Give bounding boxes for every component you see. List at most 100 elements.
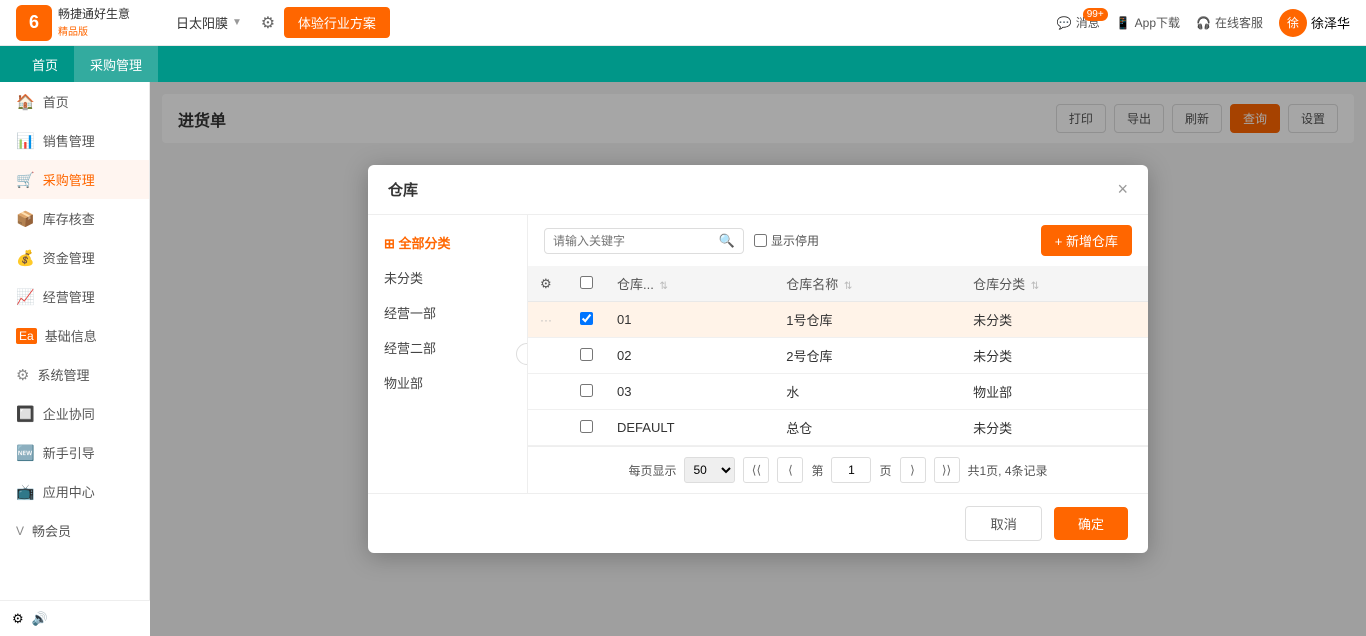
table-row[interactable]: ··· 01 1号仓库 未分类 bbox=[528, 302, 1148, 338]
row-checkbox-cell bbox=[568, 374, 605, 410]
page-unit: 页 bbox=[879, 462, 891, 479]
first-page-button[interactable]: ⟨⟨ bbox=[743, 457, 769, 483]
last-page-button[interactable]: ⟩⟩ bbox=[934, 457, 960, 483]
show-disabled-checkbox-label[interactable]: 显示停用 bbox=[754, 232, 819, 249]
search-input[interactable] bbox=[553, 234, 719, 248]
col-name: 仓库名称 ⇅ bbox=[774, 266, 961, 302]
subnav-item-purchase[interactable]: 采购管理 bbox=[74, 46, 158, 82]
sidebar-item-member[interactable]: V 畅会员 bbox=[0, 511, 149, 550]
row-checkbox-cell bbox=[568, 410, 605, 446]
pagination: 每页显示 50 20 100 ⟨⟨ ⟨ 第 页 ⟩ ⟩⟩ 共1页, 4 bbox=[528, 446, 1148, 493]
system-icon: ⚙ bbox=[16, 366, 29, 384]
category-unclassified[interactable]: 未分类 bbox=[368, 260, 527, 295]
category-operation2[interactable]: 经营二部 bbox=[368, 330, 527, 365]
table-panel: 🔍 显示停用 + 新增仓库 ⚙ bbox=[528, 215, 1148, 493]
sidebar-item-label: 应用中心 bbox=[43, 482, 95, 501]
brand-logo: 6 畅捷通好生意 精品版 bbox=[16, 5, 166, 41]
cancel-button[interactable]: 取消 bbox=[965, 506, 1042, 541]
row-checkbox[interactable] bbox=[580, 312, 593, 325]
member-icon: V bbox=[16, 524, 24, 538]
settings-icon[interactable]: ⚙ bbox=[12, 611, 24, 627]
sidebar-item-label: 畅会员 bbox=[32, 521, 71, 540]
col-code: 仓库... ⇅ bbox=[605, 266, 774, 302]
message-item[interactable]: 💬 消息 99+ bbox=[1057, 14, 1100, 31]
main-layout: 🏠 首页 📊 销售管理 🛒 采购管理 📦 库存核查 💰 资金管理 📈 经营管理 … bbox=[0, 82, 1366, 636]
row-checkbox[interactable] bbox=[580, 384, 593, 397]
modal-footer: 取消 确定 bbox=[368, 493, 1148, 553]
modal-body: ⊞ 全部分类 未分类 经营一部 经营二部 物业部 《 🔍 bbox=[368, 215, 1148, 493]
store-selector[interactable]: 日太阳膜 ▼ bbox=[166, 9, 252, 36]
inventory-icon: 📦 bbox=[16, 210, 35, 228]
sidebar-item-label: 首页 bbox=[43, 92, 69, 111]
row-checkbox[interactable] bbox=[580, 348, 593, 361]
table-header-row: ⚙ 仓库... ⇅ 仓库名称 ⇅ bbox=[528, 266, 1148, 302]
row-category: 未分类 bbox=[961, 302, 1148, 338]
sidebar-item-purchase[interactable]: 🛒 采购管理 bbox=[0, 160, 149, 199]
more-icon[interactable]: ··· bbox=[540, 313, 552, 327]
table-row[interactable]: 02 2号仓库 未分类 bbox=[528, 338, 1148, 374]
sidebar-item-system[interactable]: ⚙ 系统管理 bbox=[0, 355, 149, 394]
sidebar-item-inventory[interactable]: 📦 库存核查 bbox=[0, 199, 149, 238]
chevron-down-icon: ▼ bbox=[232, 17, 242, 28]
top-header: 6 畅捷通好生意 精品版 日太阳膜 ▼ ⚙ 体验行业方案 💬 消息 99+ 📱 … bbox=[0, 0, 1366, 46]
brand-icon: 6 bbox=[16, 5, 52, 41]
sidebar-item-home[interactable]: 🏠 首页 bbox=[0, 82, 149, 121]
per-page-select[interactable]: 50 20 100 bbox=[684, 457, 735, 483]
table-row[interactable]: 03 水 物业部 bbox=[528, 374, 1148, 410]
sidebar-item-basic-info[interactable]: Ea 基础信息 bbox=[0, 316, 149, 355]
subnav-item-home[interactable]: 首页 bbox=[16, 46, 74, 82]
message-icon: 💬 bbox=[1057, 16, 1072, 30]
table-row[interactable]: DEFAULT 总仓 未分类 bbox=[528, 410, 1148, 446]
customer-service-item[interactable]: 🎧 在线客服 bbox=[1196, 14, 1263, 31]
brand-name: 畅捷通好生意 bbox=[58, 7, 130, 23]
row-checkbox-cell bbox=[568, 302, 605, 338]
brand-sub: 精品版 bbox=[58, 23, 130, 38]
sidebar-item-label: 基础信息 bbox=[45, 326, 97, 345]
all-category-item[interactable]: ⊞ 全部分类 bbox=[368, 225, 527, 260]
prev-page-button[interactable]: ⟨ bbox=[777, 457, 803, 483]
avatar-initials: 徐 bbox=[1287, 14, 1299, 31]
row-category: 未分类 bbox=[961, 410, 1148, 446]
page-number-input[interactable] bbox=[831, 457, 871, 483]
row-checkbox-cell bbox=[568, 338, 605, 374]
category-operation1[interactable]: 经营一部 bbox=[368, 295, 527, 330]
all-category-label: ⊞ 全部分类 bbox=[384, 233, 451, 252]
show-disabled-checkbox[interactable] bbox=[754, 234, 767, 247]
row-actions bbox=[528, 410, 568, 446]
confirm-button[interactable]: 确定 bbox=[1054, 507, 1128, 540]
basic-info-icon: Ea bbox=[16, 328, 37, 344]
try-industry-button[interactable]: 体验行业方案 bbox=[284, 7, 390, 38]
sidebar-item-app-center[interactable]: 📺 应用中心 bbox=[0, 472, 149, 511]
sub-nav: 首页 采购管理 bbox=[0, 46, 1366, 82]
row-category: 未分类 bbox=[961, 338, 1148, 374]
avatar: 徐 bbox=[1279, 9, 1307, 37]
sort-icon: ⇅ bbox=[1031, 281, 1039, 292]
app-center-icon: 📺 bbox=[16, 483, 35, 501]
sidebar-item-sales[interactable]: 📊 销售管理 bbox=[0, 121, 149, 160]
sidebar-item-label: 企业协同 bbox=[43, 404, 95, 423]
search-box[interactable]: 🔍 bbox=[544, 228, 744, 254]
app-download-item[interactable]: 📱 App下载 bbox=[1116, 14, 1180, 31]
search-icon: 🔍 bbox=[719, 233, 735, 249]
sidebar-item-guide[interactable]: 🆕 新手引导 bbox=[0, 433, 149, 472]
category-property[interactable]: 物业部 bbox=[368, 365, 527, 400]
close-icon[interactable]: × bbox=[1117, 179, 1128, 200]
select-all-checkbox[interactable] bbox=[580, 276, 593, 289]
show-disabled-label: 显示停用 bbox=[771, 232, 819, 249]
col-name-label: 仓库名称 bbox=[786, 277, 838, 292]
next-page-button[interactable]: ⟩ bbox=[900, 457, 926, 483]
sidebar-bottom: ⚙ 🔊 bbox=[0, 600, 150, 636]
sidebar-item-label: 新手引导 bbox=[43, 443, 95, 462]
gear-button[interactable]: ⚙ bbox=[252, 7, 284, 39]
sidebar-item-finance[interactable]: 💰 资金管理 bbox=[0, 238, 149, 277]
add-warehouse-button[interactable]: + 新增仓库 bbox=[1041, 225, 1132, 256]
row-checkbox[interactable] bbox=[580, 420, 593, 433]
volume-icon[interactable]: 🔊 bbox=[32, 611, 48, 627]
sidebar-item-label: 销售管理 bbox=[43, 131, 95, 150]
finance-icon: 💰 bbox=[16, 249, 35, 267]
guide-icon: 🆕 bbox=[16, 444, 35, 462]
sidebar-item-enterprise[interactable]: 🔲 企业协同 bbox=[0, 394, 149, 433]
sidebar-item-business[interactable]: 📈 经营管理 bbox=[0, 277, 149, 316]
user-avatar-area[interactable]: 徐 徐泽华 bbox=[1279, 9, 1350, 37]
sidebar-item-label: 采购管理 bbox=[43, 170, 95, 189]
